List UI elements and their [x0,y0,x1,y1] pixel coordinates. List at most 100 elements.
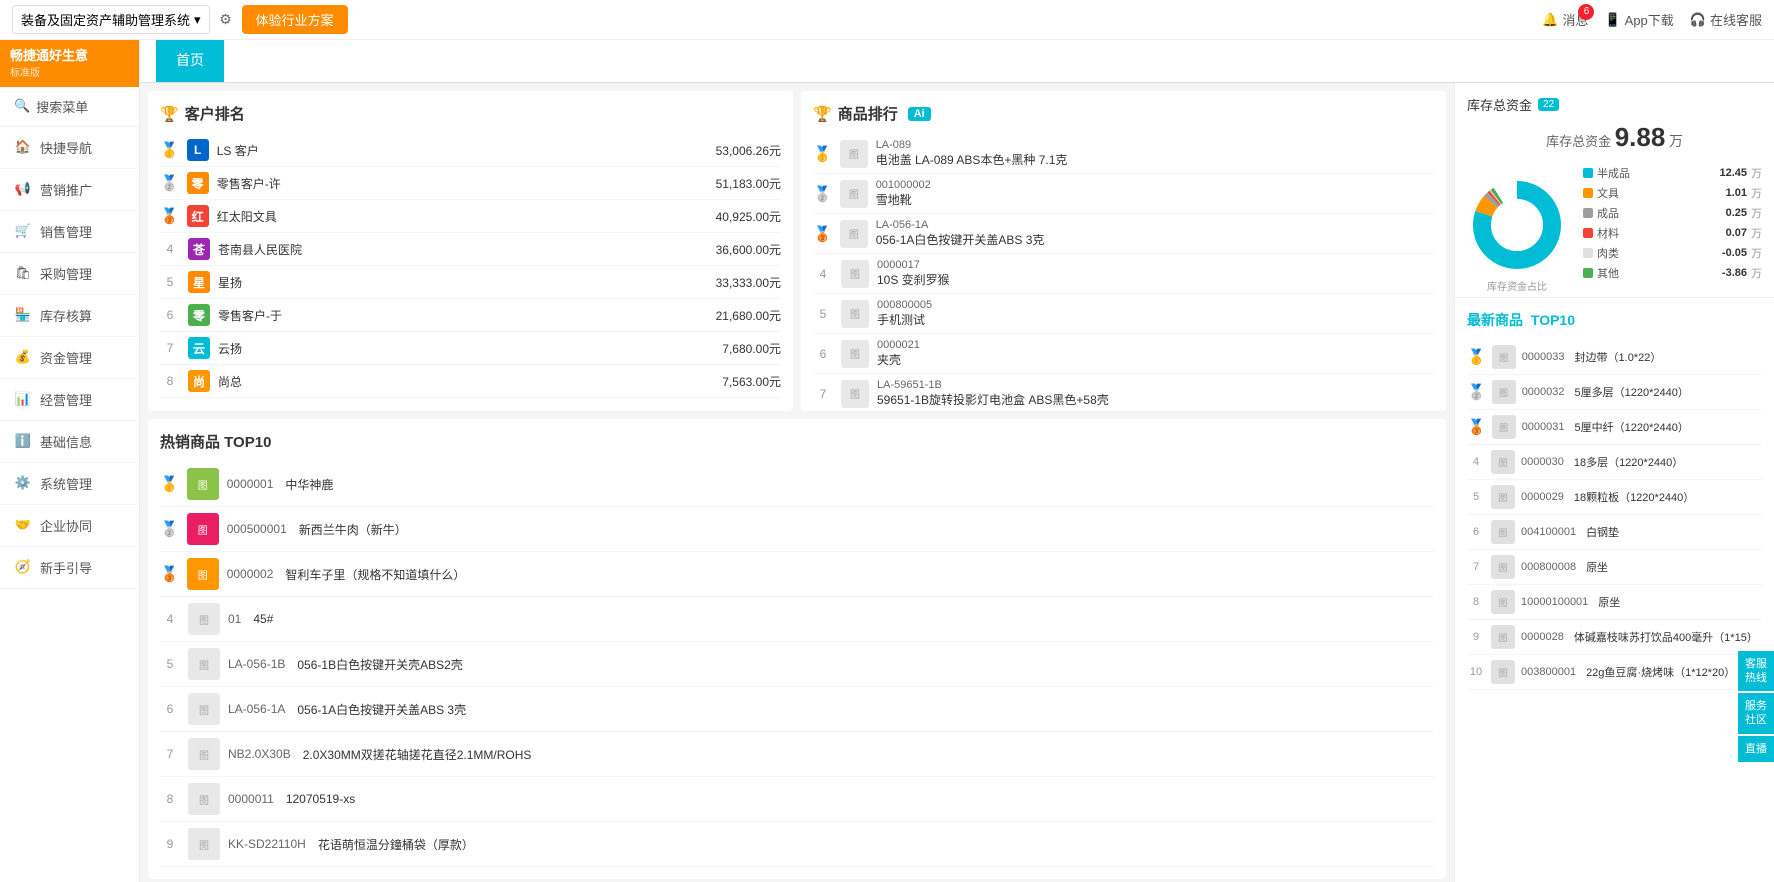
sidebar-item-guide[interactable]: 🧭 新手引导 [0,547,139,589]
legend-color [1583,268,1593,278]
legend-name: 成品 [1597,205,1722,221]
sidebar-item-label: 资金管理 [40,348,92,367]
sidebar-item-label: 系统管理 [40,474,92,493]
product-thumbnail: 图 [841,260,869,288]
customer-name: 尚总 [218,373,714,390]
hot-product-code: 0000001 [227,477,274,491]
cs-hotline-button[interactable]: 客服热线 [1738,651,1774,692]
sidebar-item-marketing[interactable]: 📢 营销推广 [0,169,139,211]
cs-community-button[interactable]: 服务社区 [1738,693,1774,734]
inventory-badge: 22 [1538,98,1559,111]
notifications-button[interactable]: 🔔 消息 6 [1542,10,1588,29]
sidebar-item-operations[interactable]: 📊 经营管理 [0,379,139,421]
sidebar-item-finance[interactable]: 💰 资金管理 [0,337,139,379]
app-download-button[interactable]: 📱 App下载 [1604,10,1673,29]
customer-rank-row: 🥉 红 红太阳文具 40,925.00元 [160,200,781,233]
rank-number: 7 [160,747,180,761]
gold-medal-icon: 🥇 [813,145,832,163]
dashboard-right: 库存总资金 22 库存总资金 9.88 万 [1454,83,1774,882]
legend-unit: 万 [1751,205,1762,221]
customer-rank-row: 🥈 零 零售客户-许 51,183.00元 [160,167,781,200]
product-rank-row: 🥉 图 LA-056-1A 056-1A白色按键开关盖ABS 3克 [813,214,1434,254]
customer-avatar: 星 [188,271,210,293]
product-code: 000800005 [877,299,1434,311]
system-selector[interactable]: 装备及固定资产辅助管理系统 ▾ [12,5,210,34]
bronze-medal-icon: 🥉 [160,207,179,225]
customer-avatar: 零 [187,172,209,194]
rank-number: 4 [160,612,180,626]
product-thumbnail: 图 [841,380,869,408]
gold-medal-icon: 🥇 [1467,348,1486,366]
new-product-code: 004100001 [1521,526,1576,538]
legend-value: -3.86 [1722,267,1747,279]
search-menu-button[interactable]: 🔍 搜索菜单 [0,87,139,127]
online-service-button[interactable]: 🎧 在线客服 [1690,10,1762,29]
product-rank-row: 7 图 LA-59651-1B 59651-1B旋转投影灯电池盒 ABS黑色+5… [813,374,1434,411]
phone-icon: 📱 [1604,12,1620,28]
new-product-name: 封边带（1.0*22） [1575,349,1762,365]
new-product-code: 0000032 [1522,386,1565,398]
new-product-name: 原坐 [1598,594,1762,610]
product-info: LA-089 电池盖 LA-089 ABS本色+黑种 7.1克 [876,139,1434,168]
customer-rank-row: 4 苍 苍南县人民医院 36,600.00元 [160,233,781,266]
sidebar-item-shortcuts[interactable]: 🏠 快捷导航 [0,127,139,169]
rank-number: 8 [1467,596,1485,608]
rank-number: 4 [1467,456,1485,468]
customer-avatar: L [187,139,209,161]
sidebar-item-cooperation[interactable]: 🤝 企业协同 [0,505,139,547]
customer-rank-row: 7 云 云扬 7,680.00元 [160,332,781,365]
customer-ranking-title: 🏆 客户排名 [160,103,781,124]
logo-edition: 标准版 [10,64,88,79]
ai-badge: Ai [908,107,931,121]
trial-button[interactable]: 体验行业方案 [242,5,348,34]
top-two-col: 🏆 客户排名 🥇 L LS 客户 53,006.26元 🥈 零 零售客户-许 5… [148,91,1446,411]
product-rank-row: 🥇 图 LA-089 电池盖 LA-089 ABS本色+黑种 7.1克 [813,134,1434,174]
logo: 畅捷通好生意 标准版 [10,48,88,79]
product-code: 0000021 [877,339,1434,351]
logo-brand: 畅捷通好生意 [10,48,88,64]
customer-amount: 7,563.00元 [722,373,781,390]
new-product-code: 0000031 [1522,421,1565,433]
legend-value: 1.01 [1726,187,1747,199]
tab-home[interactable]: 首页 [156,40,224,82]
sidebar-item-basic-info[interactable]: ℹ️ 基础信息 [0,421,139,463]
hot-product-name: 花语萌恒温分鐘桶袋（厚款） [318,836,474,853]
product-rank-row: 🥈 图 001000002 雪地靴 [813,174,1434,214]
sidebar-item-label: 库存核算 [40,306,92,325]
product-ranking-title: 🏆 商品排行 Ai [813,103,1434,124]
hot-product-code: 0000002 [227,567,274,581]
sidebar-item-sales[interactable]: 🛒 销售管理 [0,211,139,253]
sidebar-item-purchase[interactable]: 🛍 采购管理 [0,253,139,295]
settings-icon[interactable]: ⚙ [216,10,236,30]
new-products-list: 🥇 图 0000033 封边带（1.0*22） 🥈 图 0000032 5厘多层… [1467,340,1762,690]
cs-live-button[interactable]: 直播 [1738,736,1774,762]
new-product-row: 8 图 10000100001 原坐 [1467,585,1762,620]
donut-label: 库存资金占比 [1487,278,1547,293]
bell-icon: 🔔 [1542,12,1558,28]
search-menu-label: 搜索菜单 [36,97,88,116]
product-info: 0000021 夹壳 [877,339,1434,368]
new-product-name: 体碱嘉枝味苏打饮品400毫升（1*15） [1574,629,1762,645]
product-thumbnail: 图 [841,340,869,368]
hot-product-thumbnail: 图 [188,603,220,635]
legend-name: 其他 [1597,265,1718,281]
customer-name: 星扬 [218,274,708,291]
sidebar-item-system[interactable]: ⚙️ 系统管理 [0,463,139,505]
rank-number: 4 [813,267,833,281]
new-product-name: 22g鱼豆腐·烧烤味（1*12*20） [1586,664,1762,680]
bag-icon: 🛍 [14,264,32,282]
sidebar-item-inventory[interactable]: 🏪 库存核算 [0,295,139,337]
legend-color [1583,248,1593,258]
sidebar-item-label: 销售管理 [40,222,92,241]
new-product-code: 0000033 [1522,351,1565,363]
customer-amount: 21,680.00元 [716,307,781,324]
customer-avatar: 云 [188,337,210,359]
hot-product-row: 🥉 图 0000002 智利车子里（规格不知道填什么） [160,552,1434,597]
hot-product-thumbnail: 图 [187,468,219,500]
sidebar-item-label: 采购管理 [40,264,92,283]
team-icon: 🤝 [14,516,32,534]
search-icon: 🔍 [14,98,30,114]
inventory-summary: 库存总资金 22 库存总资金 9.88 万 [1455,83,1774,298]
product-thumbnail: 图 [840,180,868,208]
silver-medal-icon: 🥈 [813,185,832,203]
